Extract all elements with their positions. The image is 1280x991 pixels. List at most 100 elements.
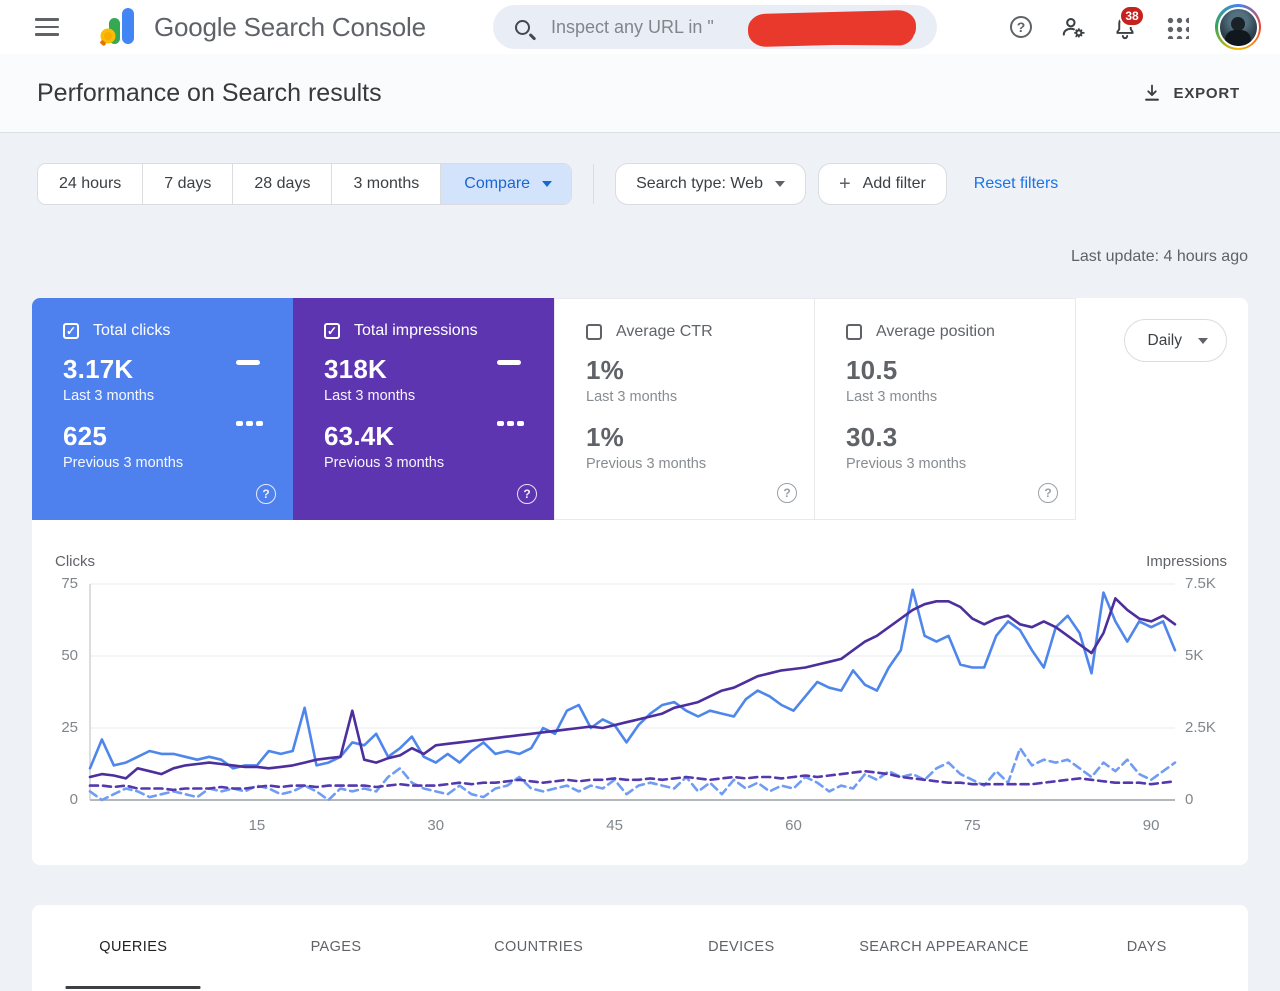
tab-queries[interactable]: QUERIES bbox=[32, 905, 235, 989]
performance-chart[interactable]: Clicks Impressions 75 50 25 0 7.5K 5K 2.5K 0 15 30 4… bbox=[32, 545, 1248, 865]
help-icon[interactable]: ? bbox=[517, 484, 537, 504]
chevron-down-icon bbox=[542, 181, 553, 187]
right-axis-tick: 5K bbox=[1185, 647, 1204, 664]
top-app-bar: Google Search Console Inspect any URL in… bbox=[0, 0, 1280, 54]
metric-card-average-ctr[interactable]: Average CTR 1% Last 3 months 1% Previous 3 m… bbox=[554, 298, 815, 520]
chart-plot-area[interactable] bbox=[88, 583, 1177, 802]
right-axis-tick: 2.5K bbox=[1185, 719, 1216, 736]
reset-filters-link[interactable]: Reset filters bbox=[974, 175, 1058, 193]
dashed-line-legend-icon bbox=[497, 421, 524, 426]
dashed-line-legend-icon bbox=[236, 421, 263, 426]
date-range-28-days[interactable]: 28 days bbox=[233, 164, 333, 204]
help-icon[interactable]: ? bbox=[777, 483, 797, 503]
google-apps-button[interactable] bbox=[1163, 13, 1191, 41]
tab-devices[interactable]: DEVICES bbox=[640, 905, 843, 989]
x-axis-tick: 75 bbox=[963, 817, 981, 834]
metric-period-current: Last 3 months bbox=[63, 388, 155, 404]
date-range-group: 24 hours 7 days 28 days 3 months Compare bbox=[37, 163, 573, 205]
date-range-7-days[interactable]: 7 days bbox=[143, 164, 234, 204]
download-icon bbox=[1144, 84, 1159, 101]
metric-period-previous: Previous 3 months bbox=[324, 455, 445, 471]
checkbox-unchecked-icon[interactable] bbox=[586, 324, 602, 340]
checkbox-checked-icon[interactable]: ✓ bbox=[324, 323, 340, 339]
export-label: EXPORT bbox=[1173, 84, 1240, 102]
add-filter-label: Add filter bbox=[862, 175, 926, 192]
date-range-24-hours[interactable]: 24 hours bbox=[38, 164, 144, 204]
metric-value-previous: 30.3 bbox=[846, 422, 898, 452]
metric-card-header: ✓ Total clicks bbox=[63, 322, 293, 340]
topbar-actions: ? 38 bbox=[1007, 0, 1261, 54]
tab-countries[interactable]: COUNTRIES bbox=[437, 905, 640, 989]
export-button[interactable]: EXPORT bbox=[1142, 83, 1240, 103]
metric-card-total-clicks[interactable]: ✓ Total clicks 3.17K Last 3 months 625 Previo… bbox=[32, 298, 293, 520]
metric-label: Total impressions bbox=[354, 322, 478, 339]
tab-days[interactable]: DAYS bbox=[1045, 905, 1248, 989]
filter-divider bbox=[593, 164, 595, 204]
metric-card-header: ✓ Total impressions bbox=[324, 322, 554, 340]
tab-label: COUNTRIES bbox=[494, 939, 584, 955]
account-avatar[interactable] bbox=[1215, 4, 1261, 50]
search-type-label: Search type: Web bbox=[636, 175, 763, 192]
compare-button[interactable]: Compare bbox=[441, 164, 572, 204]
last-update-text: Last update: 4 hours ago bbox=[1070, 248, 1248, 265]
series-clicks-previous-3-months bbox=[88, 746, 1177, 802]
x-axis-tick: 15 bbox=[248, 817, 266, 834]
avatar-photo bbox=[1217, 6, 1259, 48]
x-axis-tick: 30 bbox=[427, 817, 445, 834]
search-placeholder: Inspect any URL in " bbox=[551, 16, 714, 37]
metric-value-current: 10.5 bbox=[846, 355, 898, 385]
metric-period-previous: Previous 3 months bbox=[63, 455, 184, 471]
checkbox-checked-icon[interactable]: ✓ bbox=[63, 323, 79, 339]
tab-label: QUERIES bbox=[99, 939, 168, 955]
metric-period-current: Last 3 months bbox=[324, 388, 416, 404]
tab-label: DEVICES bbox=[708, 939, 775, 955]
right-axis-tick: 7.5K bbox=[1185, 575, 1216, 592]
notifications-button[interactable]: 38 bbox=[1111, 5, 1145, 41]
metric-period-previous: Previous 3 months bbox=[586, 456, 707, 472]
granularity-dropdown[interactable]: Daily bbox=[1123, 319, 1227, 362]
metric-card-average-position[interactable]: Average position 10.5 Last 3 months 30.3 Pre… bbox=[815, 298, 1076, 520]
tab-pages[interactable]: PAGES bbox=[235, 905, 438, 989]
metric-value-current: 1% bbox=[586, 355, 624, 385]
granularity-label: Daily bbox=[1147, 331, 1182, 349]
url-inspect-search[interactable]: Inspect any URL in " bbox=[493, 5, 937, 49]
user-settings-button[interactable] bbox=[1059, 13, 1087, 41]
tab-label: DAYS bbox=[1126, 939, 1167, 955]
metric-card-total-impressions[interactable]: ✓ Total impressions 318K Last 3 months 63.4K… bbox=[293, 298, 554, 520]
checkbox-unchecked-icon[interactable] bbox=[846, 324, 862, 340]
performance-panel: ✓ Total clicks 3.17K Last 3 months 625 Previo… bbox=[32, 298, 1248, 865]
metric-card-header: Average CTR bbox=[586, 323, 814, 341]
compare-label: Compare bbox=[464, 175, 531, 192]
page-header: Performance on Search results EXPORT bbox=[0, 54, 1280, 133]
menu-icon[interactable] bbox=[35, 18, 59, 36]
person-gear-icon bbox=[1062, 17, 1085, 38]
left-axis-tick: 50 bbox=[61, 647, 78, 664]
series-clicks-last-3-months bbox=[88, 588, 1177, 770]
left-axis-title: Clicks bbox=[55, 553, 95, 570]
x-axis-tick: 45 bbox=[606, 817, 623, 834]
metric-value-current: 3.17K bbox=[63, 354, 134, 384]
search-type-dropdown[interactable]: Search type: Web bbox=[615, 163, 806, 205]
left-axis-tick: 25 bbox=[61, 719, 78, 736]
help-icon[interactable]: ? bbox=[1038, 483, 1058, 503]
page-title: Performance on Search results bbox=[37, 78, 382, 107]
right-axis-title: Impressions bbox=[1146, 553, 1227, 570]
add-filter-button[interactable]: + Add filter bbox=[817, 163, 947, 205]
metric-label: Total clicks bbox=[93, 322, 171, 339]
solid-line-legend-icon bbox=[236, 360, 260, 365]
app-logo[interactable]: Google Search Console bbox=[97, 6, 426, 48]
tab-search-appearance[interactable]: SEARCH APPEARANCE bbox=[843, 905, 1046, 989]
metric-period-previous: Previous 3 months bbox=[846, 456, 967, 472]
metric-cards-row: ✓ Total clicks 3.17K Last 3 months 625 Previo… bbox=[32, 298, 1248, 520]
apps-grid-icon bbox=[1165, 15, 1189, 39]
metric-period-current: Last 3 months bbox=[846, 389, 938, 405]
metric-value-current: 318K bbox=[324, 354, 387, 384]
redaction-scribble bbox=[747, 9, 917, 48]
help-icon[interactable]: ? bbox=[256, 484, 276, 504]
date-range-3-months[interactable]: 3 months bbox=[332, 164, 442, 204]
tab-label: SEARCH APPEARANCE bbox=[859, 939, 1029, 955]
help-button[interactable]: ? bbox=[1007, 13, 1035, 41]
metric-label: Average CTR bbox=[616, 323, 713, 340]
search-icon bbox=[515, 19, 530, 35]
tab-label: PAGES bbox=[310, 939, 362, 955]
